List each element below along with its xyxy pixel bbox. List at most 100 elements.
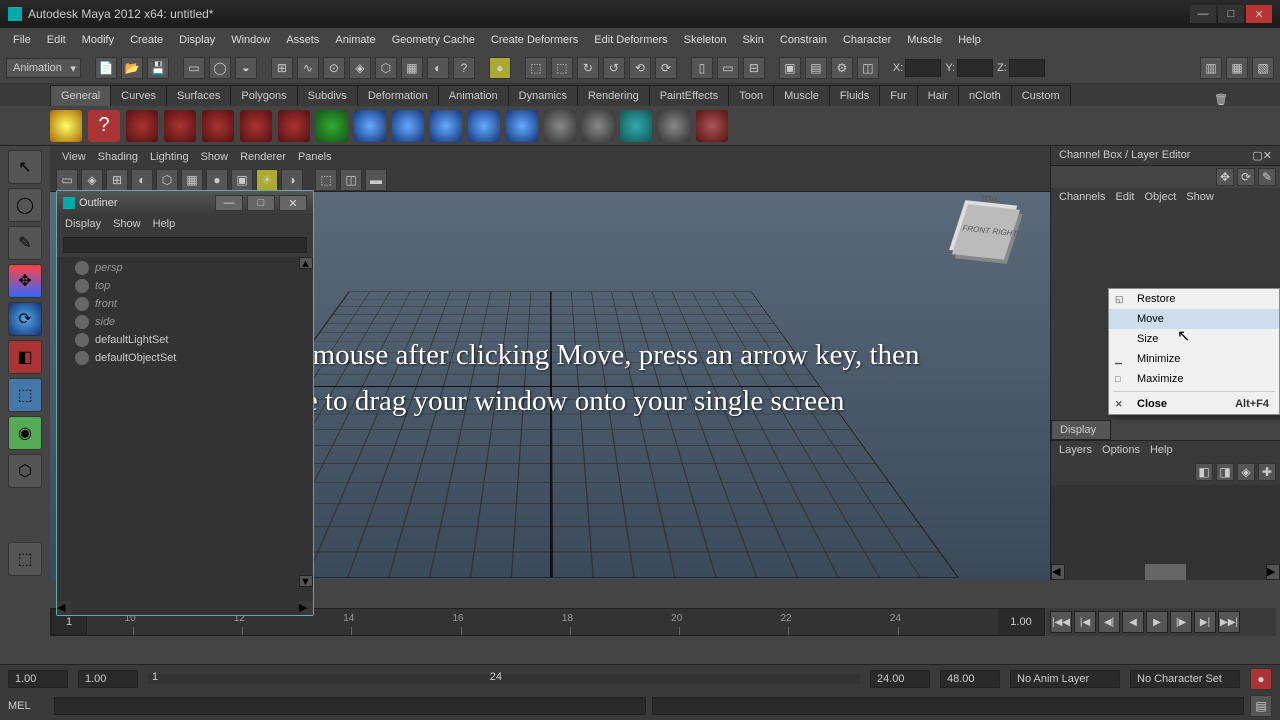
range-start-field[interactable]: 1.00 (8, 670, 68, 688)
menu-constrain[interactable]: Constrain (773, 30, 834, 50)
shelf-tab-fur[interactable]: Fur (879, 85, 918, 106)
shelf-icon-2[interactable]: ? (88, 110, 120, 142)
mel-input[interactable] (54, 697, 646, 715)
goto-end-button[interactable]: ▶▶| (1218, 611, 1240, 633)
mel-label[interactable]: MEL (8, 700, 48, 712)
menu-file[interactable]: File (6, 30, 38, 50)
coord-x-input[interactable] (905, 59, 941, 77)
shelf-icon-10[interactable] (392, 110, 424, 142)
show-manip-tool[interactable]: ⬡ (8, 454, 42, 488)
range-start-inner-field[interactable]: 1.00 (78, 670, 138, 688)
vp-icon-1[interactable]: ▭ (56, 169, 78, 191)
context-maximize[interactable]: □Maximize (1109, 369, 1279, 389)
select-icon[interactable]: ▭ (183, 57, 205, 79)
viewcube-right[interactable]: RIGHT (991, 227, 1019, 238)
outliner-titlebar[interactable]: Outliner — □ ✕ (57, 191, 313, 215)
select-tool[interactable]: ↖ (8, 150, 42, 184)
shelf-icon-3[interactable] (126, 110, 158, 142)
shelf-tab-toon[interactable]: Toon (728, 85, 774, 106)
coord-y-input[interactable] (957, 59, 993, 77)
input-3-icon[interactable]: ↻ (577, 57, 599, 79)
shelf-tab-subdivs[interactable]: Subdivs (297, 85, 358, 106)
step-forward-key-button[interactable]: ▶| (1194, 611, 1216, 633)
paint-tool[interactable]: ✎ (8, 226, 42, 260)
shelf-tab-painteffects[interactable]: PaintEffects (649, 85, 730, 106)
shelf-tab-ncloth[interactable]: nCloth (958, 85, 1012, 106)
sidebar-toggle-2-icon[interactable]: ▦ (1226, 57, 1248, 79)
shelf-icon-8[interactable] (316, 110, 348, 142)
outliner-minimize-button[interactable]: — (215, 195, 243, 211)
outliner-item-persp[interactable]: persp (57, 259, 313, 277)
outliner-hscroll[interactable]: ◀▶ (57, 601, 313, 615)
shelf-tab-custom[interactable]: Custom (1011, 85, 1071, 106)
vp-light-icon[interactable]: ☀ (256, 169, 278, 191)
layer-icon-3[interactable]: ◈ (1237, 463, 1255, 481)
cb-menu-channels[interactable]: Channels (1059, 191, 1105, 205)
layer-menu-help[interactable]: Help (1150, 444, 1173, 458)
mode-dropdown[interactable]: Animation (6, 58, 81, 78)
outliner-item-side[interactable]: side (57, 313, 313, 331)
shelf-icon-16[interactable] (620, 110, 652, 142)
snap-curve-icon[interactable]: ∿ (297, 57, 319, 79)
character-set-dropdown[interactable]: No Character Set (1130, 670, 1240, 688)
menu-geometry-cache[interactable]: Geometry Cache (385, 30, 482, 50)
outliner-filter-input[interactable] (63, 237, 307, 253)
shelf-icon-1[interactable] (50, 110, 82, 142)
outliner-menu-display[interactable]: Display (65, 218, 101, 232)
range-end-inner-field[interactable]: 24.00 (870, 670, 930, 688)
input-5-icon[interactable]: ⟲ (629, 57, 651, 79)
vp-shade-icon[interactable]: ● (206, 169, 228, 191)
script-editor-icon[interactable]: ▤ (1250, 695, 1272, 717)
snap-view-icon[interactable]: ▦ (401, 57, 423, 79)
menu-animate[interactable]: Animate (328, 30, 382, 50)
new-scene-icon[interactable]: 📄 (95, 57, 117, 79)
vp-res-icon[interactable]: ▬ (365, 169, 387, 191)
layer-icon-2[interactable]: ◨ (1216, 463, 1234, 481)
context-close[interactable]: ✕CloseAlt+F4 (1109, 394, 1279, 414)
snap-plane-icon[interactable]: ◈ (349, 57, 371, 79)
context-move[interactable]: Move (1109, 309, 1279, 329)
outliner-close-button[interactable]: ✕ (279, 195, 307, 211)
outliner-item-top[interactable]: top (57, 277, 313, 295)
layout-1-icon[interactable]: ▯ (691, 57, 713, 79)
soft-tool[interactable]: ◉ (8, 416, 42, 450)
cb-menu-edit[interactable]: Edit (1115, 191, 1134, 205)
menu-skeleton[interactable]: Skeleton (677, 30, 734, 50)
menu-display[interactable]: Display (172, 30, 222, 50)
vp-tex-icon[interactable]: ▣ (231, 169, 253, 191)
shelf-icon-11[interactable] (430, 110, 462, 142)
layer-icon-4[interactable]: ✚ (1258, 463, 1276, 481)
shelf-icon-4[interactable] (164, 110, 196, 142)
shelf-tab-muscle[interactable]: Muscle (773, 85, 830, 106)
maximize-button[interactable]: □ (1218, 5, 1244, 23)
rotate-tool[interactable]: ⟳ (8, 302, 42, 336)
open-scene-icon[interactable]: 📂 (121, 57, 143, 79)
render-settings-icon[interactable]: ⚙ (831, 57, 853, 79)
vp-iso-icon[interactable]: ⬚ (315, 169, 337, 191)
shelf-icon-9[interactable] (354, 110, 386, 142)
coord-z-input[interactable] (1009, 59, 1045, 77)
vp-menu-panels[interactable]: Panels (298, 151, 332, 163)
shelf-trash-icon[interactable]: 🗑 (1212, 93, 1230, 106)
shelf-icon-13[interactable] (506, 110, 538, 142)
render-view-icon[interactable]: ▤ (805, 57, 827, 79)
snap-orient-icon[interactable]: ◐ (427, 57, 449, 79)
outliner-menu-show[interactable]: Show (113, 218, 141, 232)
ipr-icon[interactable]: ▣ (779, 57, 801, 79)
outliner-item-defaultObjectSet[interactable]: defaultObjectSet (57, 349, 313, 367)
snap-point-icon[interactable]: ⊙ (323, 57, 345, 79)
layout-2-icon[interactable]: ▭ (717, 57, 739, 79)
range-slider[interactable]: 1 24 (148, 674, 860, 684)
sidebar-toggle-1-icon[interactable]: ▥ (1200, 57, 1222, 79)
cb-tool-3-icon[interactable]: ✎ (1258, 168, 1276, 186)
layout-3-icon[interactable]: ⊟ (743, 57, 765, 79)
vp-menu-shading[interactable]: Shading (98, 151, 138, 163)
snap-grid-icon[interactable]: ⊞ (271, 57, 293, 79)
shelf-tab-fluids[interactable]: Fluids (829, 85, 880, 106)
step-forward-button[interactable]: |▶ (1170, 611, 1192, 633)
time-end-field[interactable]: 1.00 (998, 609, 1044, 635)
display-tab[interactable]: Display (1051, 420, 1111, 440)
shelf-icon-17[interactable] (658, 110, 690, 142)
cb-menu-show[interactable]: Show (1186, 191, 1214, 205)
context-restore[interactable]: ◱Restore (1109, 289, 1279, 309)
